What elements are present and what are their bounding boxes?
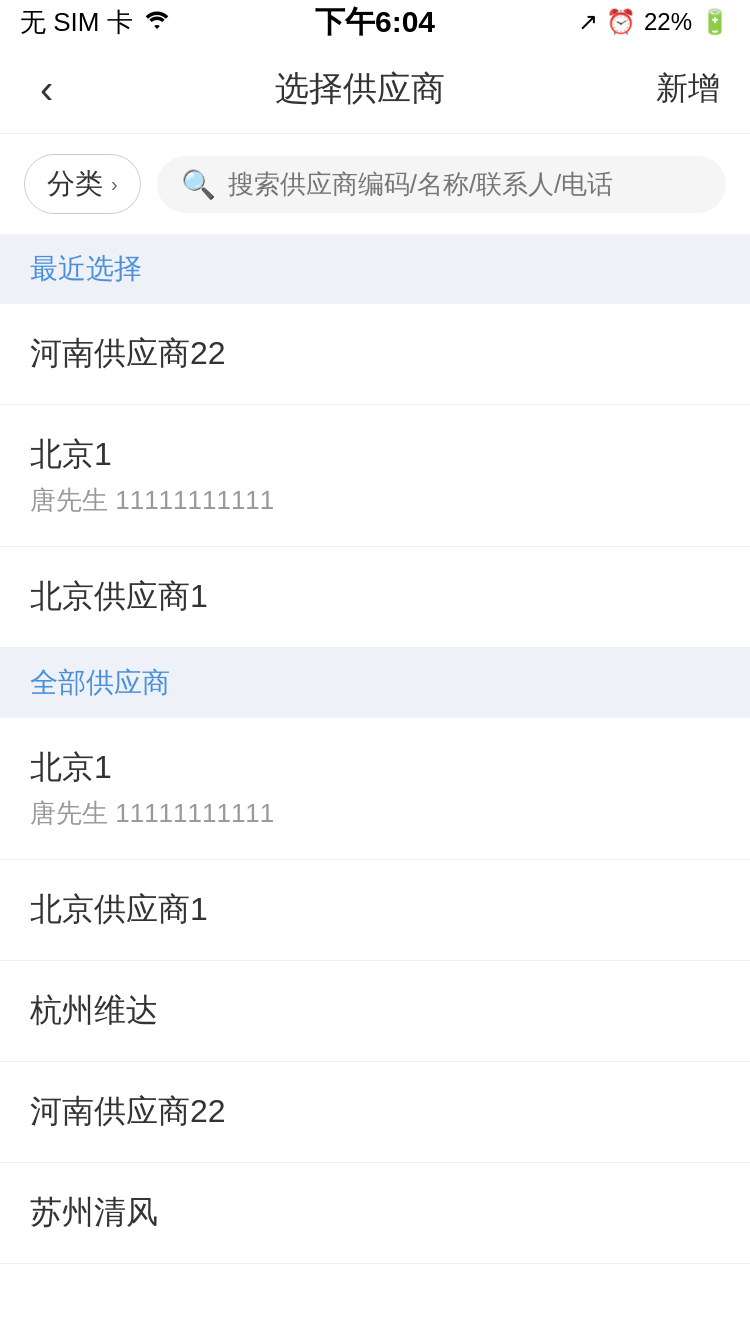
- wifi-icon: [141, 7, 173, 38]
- list-item[interactable]: 北京1 唐先生 11111111111: [0, 405, 750, 547]
- list-item[interactable]: 苏州清风: [0, 1163, 750, 1264]
- chevron-right-icon: ›: [111, 173, 118, 196]
- nav-bar: ‹ 选择供应商 新增: [0, 44, 750, 134]
- carrier-text: 无 SIM 卡: [20, 5, 133, 40]
- battery-text: 22%: [644, 8, 692, 36]
- recent-section-header: 最近选择: [0, 234, 750, 304]
- recent-list: 河南供应商22 北京1 唐先生 11111111111 北京供应商1: [0, 304, 750, 648]
- item-name: 北京供应商1: [30, 575, 720, 619]
- all-section-header: 全部供应商: [0, 648, 750, 718]
- status-left: 无 SIM 卡: [20, 5, 173, 40]
- list-item[interactable]: 北京1 唐先生 11111111111: [0, 718, 750, 860]
- location-icon: ↗: [578, 8, 598, 36]
- item-name: 北京1: [30, 433, 720, 477]
- search-box: 🔍: [157, 156, 726, 213]
- item-name: 北京供应商1: [30, 888, 720, 932]
- list-item[interactable]: 北京供应商1: [0, 547, 750, 648]
- category-button[interactable]: 分类 ›: [24, 154, 141, 214]
- item-name: 苏州清风: [30, 1191, 720, 1235]
- search-input[interactable]: [228, 169, 702, 200]
- back-button[interactable]: ‹: [30, 59, 63, 119]
- category-label: 分类: [47, 165, 103, 203]
- item-sub: 唐先生 11111111111: [30, 483, 720, 518]
- filter-bar: 分类 › 🔍: [0, 134, 750, 234]
- item-name: 杭州维达: [30, 989, 720, 1033]
- item-sub: 唐先生 11111111111: [30, 796, 720, 831]
- list-item[interactable]: 北京供应商1: [0, 860, 750, 961]
- list-item[interactable]: 杭州维达: [0, 961, 750, 1062]
- status-time: 下午6:04: [315, 2, 435, 43]
- status-right: ↗ ⏰ 22% 🔋: [578, 8, 730, 36]
- status-bar: 无 SIM 卡 下午6:04 ↗ ⏰ 22% 🔋: [0, 0, 750, 44]
- all-list: 北京1 唐先生 11111111111 北京供应商1 杭州维达河南供应商22 苏州清风: [0, 718, 750, 1264]
- add-button[interactable]: 新增: [656, 67, 720, 111]
- all-section-title: 全部供应商: [30, 667, 170, 698]
- item-name: 北京1: [30, 746, 720, 790]
- list-item[interactable]: 河南供应商22: [0, 304, 750, 405]
- battery-icon: 🔋: [700, 8, 730, 36]
- recent-section-title: 最近选择: [30, 253, 142, 284]
- page-title: 选择供应商: [275, 66, 445, 112]
- item-name: 河南供应商22: [30, 332, 720, 376]
- search-icon: 🔍: [181, 168, 216, 201]
- item-name: 河南供应商22: [30, 1090, 720, 1134]
- list-item[interactable]: 河南供应商22: [0, 1062, 750, 1163]
- alarm-icon: ⏰: [606, 8, 636, 36]
